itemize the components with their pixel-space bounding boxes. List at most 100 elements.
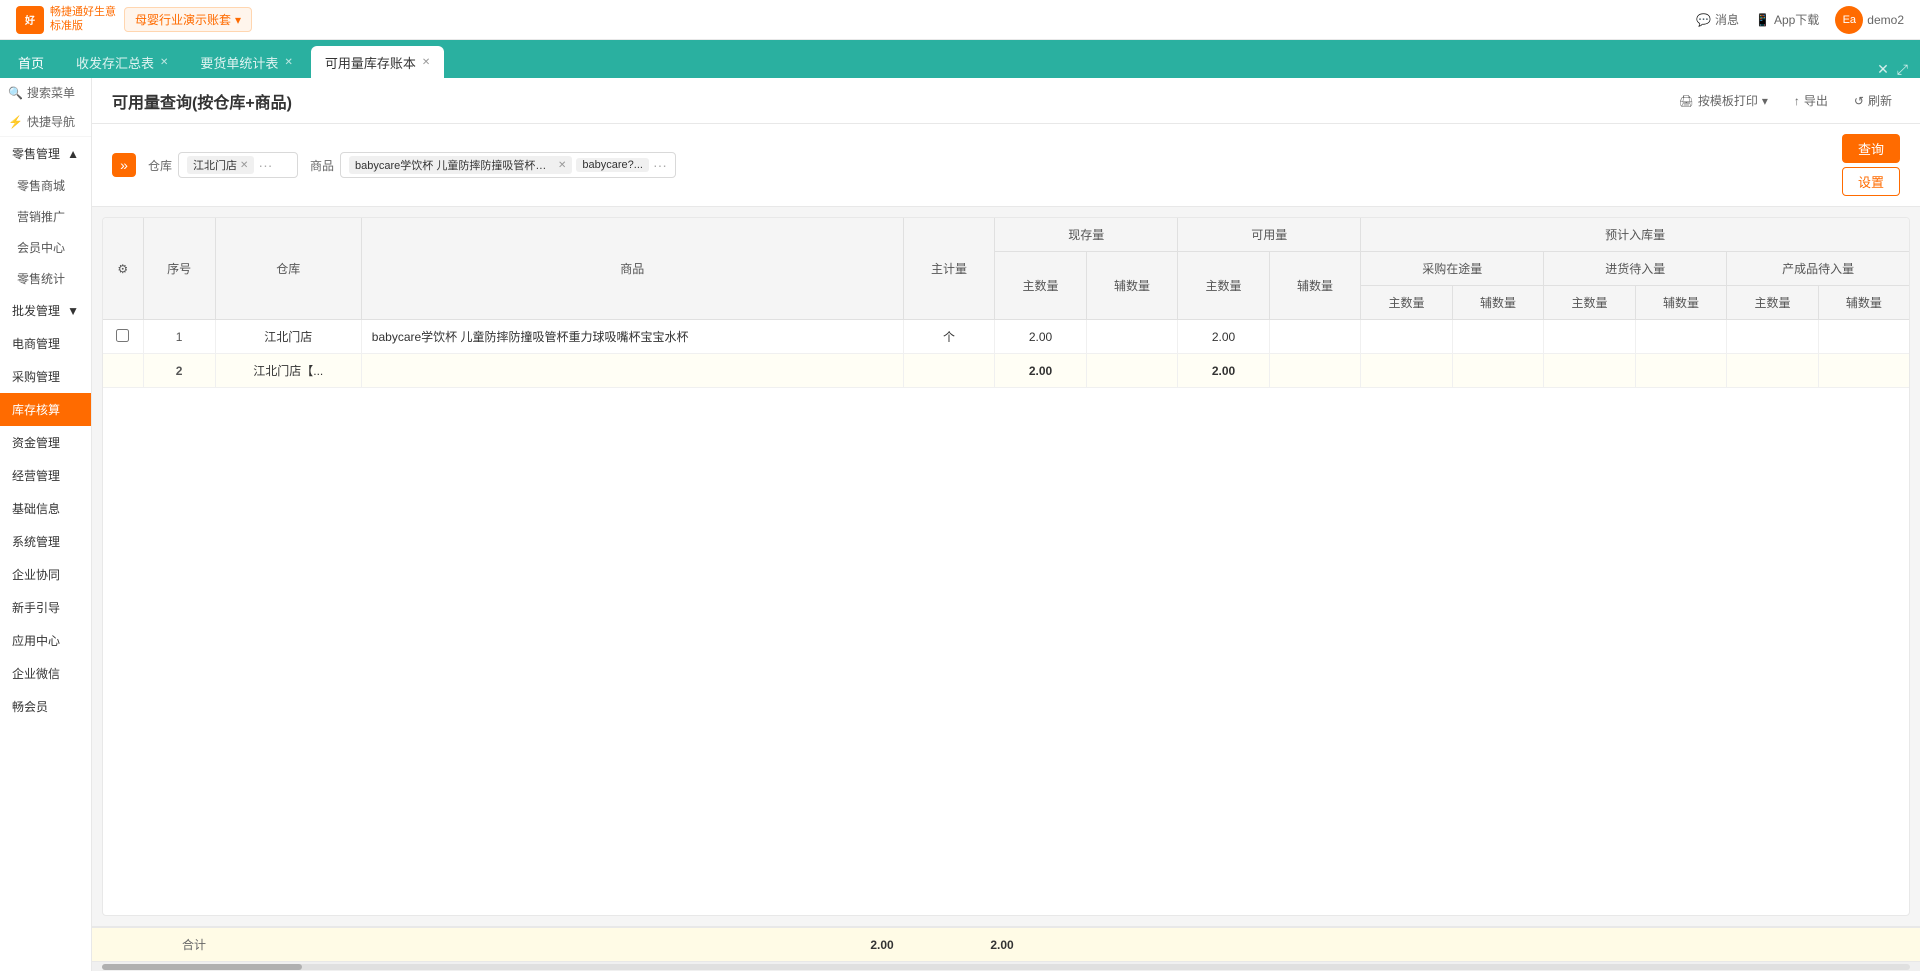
sidebar-item-retail-mgmt[interactable]: 零售管理 ▲ <box>0 137 91 170</box>
checkbox[interactable] <box>116 329 129 342</box>
close-icon[interactable]: ✕ <box>422 57 430 68</box>
table-area: ⚙ 序号 仓库 商品 主计量 现存量 可用量 预计入库量 主数量 辅数量 主数量… <box>102 217 1910 916</box>
filter-toggle-button[interactable]: » <box>112 153 136 177</box>
search-icon: 🔍 <box>8 86 23 100</box>
tab-receivable[interactable]: 收发存汇总表 ✕ <box>62 46 182 78</box>
tab-available-stock[interactable]: 可用量库存账本 ✕ <box>311 46 444 78</box>
data-table: ⚙ 序号 仓库 商品 主计量 现存量 可用量 预计入库量 主数量 辅数量 主数量… <box>103 218 1909 388</box>
message-button[interactable]: 💬 消息 <box>1696 11 1739 28</box>
th-current-stock-main: 主数量 <box>995 252 1087 320</box>
mobile-icon: 📱 <box>1755 13 1770 27</box>
tab-bar: 首页 收发存汇总表 ✕ 要货单统计表 ✕ 可用量库存账本 ✕ ✕ ⤢ <box>0 40 1920 78</box>
row1-purchase-sub <box>1452 320 1544 354</box>
table-footer: 合计 2.00 2.00 <box>92 926 1920 961</box>
row2-inbound-sub <box>1635 354 1727 388</box>
row2-checkbox[interactable] <box>103 354 143 388</box>
sidebar-item-ecommerce[interactable]: 电商管理 <box>0 327 91 360</box>
row2-purchase-sub <box>1452 354 1544 388</box>
warehouse-tag-remove[interactable]: ✕ <box>240 160 248 171</box>
print-button[interactable]: 🖨 按模板打印 ▾ <box>1671 88 1776 113</box>
scrollbar-track <box>102 964 1910 970</box>
maximize-icon[interactable]: ⤢ <box>1897 61 1908 78</box>
sidebar-item-retail-mall[interactable]: 零售商城 <box>0 170 91 201</box>
th-available-sub: 辅数量 <box>1269 252 1361 320</box>
row2-production-sub <box>1818 354 1909 388</box>
sidebar-item-operations[interactable]: 经营管理 <box>0 459 91 492</box>
th-main-unit: 主计量 <box>903 218 995 320</box>
user-profile[interactable]: Ea demo2 <box>1835 6 1904 34</box>
close-window-icon[interactable]: ✕ <box>1877 61 1889 78</box>
table-row: 2 江北门店【... 2.00 2.00 <box>103 354 1909 388</box>
page-actions: 🖨 按模板打印 ▾ ↑ 导出 ↺ 刷新 <box>1671 88 1900 113</box>
app-download-button[interactable]: 📱 App下载 <box>1755 11 1819 28</box>
chevron-down-icon: ▾ <box>235 13 241 27</box>
export-icon: ↑ <box>1794 94 1800 108</box>
warehouse-tag: 江北门店 ✕ <box>187 156 254 174</box>
sidebar-item-purchase[interactable]: 采购管理 <box>0 360 91 393</box>
th-current-stock-sub: 辅数量 <box>1086 252 1178 320</box>
query-button[interactable]: 查询 <box>1842 134 1900 163</box>
row1-product: babycare学饮杯 儿童防摔防撞吸管杯重力球吸嘴杯宝宝水杯 <box>361 320 903 354</box>
product-input[interactable]: babycare学饮杯 儿童防摔防撞吸管杯重力球吸嘴杯宝宝水杯 ✕ babyca… <box>340 152 676 178</box>
row1-purchase-main <box>1361 320 1453 354</box>
row1-inbound-sub <box>1635 320 1727 354</box>
sidebar-item-system[interactable]: 系统管理 <box>0 525 91 558</box>
th-production-main: 主数量 <box>1727 286 1819 320</box>
tab-home[interactable]: 首页 <box>4 46 58 78</box>
refresh-button[interactable]: ↺ 刷新 <box>1846 88 1900 113</box>
tab-bar-right: ✕ ⤢ <box>1877 61 1920 78</box>
product-tag-1-remove[interactable]: ✕ <box>558 160 566 171</box>
sidebar: 🔍 搜索菜单 ⚡ 快捷导航 零售管理 ▲ 零售商城 营销推广 会员中心 零售统计… <box>0 78 92 971</box>
footer-label: 合计 <box>102 936 822 953</box>
row1-stock-main: 2.00 <box>995 320 1087 354</box>
product-more-icon[interactable]: ··· <box>653 157 667 173</box>
row2-stock-sub <box>1086 354 1178 388</box>
sidebar-item-member-center[interactable]: 会员中心 <box>0 232 91 263</box>
sidebar-item-basic-info[interactable]: 基础信息 <box>0 492 91 525</box>
row1-checkbox[interactable] <box>103 320 143 354</box>
warehouse-input[interactable]: 江北门店 ✕ ··· <box>178 152 298 178</box>
sidebar-item-app-center[interactable]: 应用中心 <box>0 624 91 657</box>
th-available: 可用量 <box>1178 218 1361 252</box>
logo-text: 畅捷通好生意 标准版 <box>50 6 116 32</box>
th-inbound-sub: 辅数量 <box>1635 286 1727 320</box>
sidebar-quick-nav[interactable]: ⚡ 快捷导航 <box>0 107 91 137</box>
sidebar-item-enterprise-collab[interactable]: 企业协同 <box>0 558 91 591</box>
top-bar-right: 💬 消息 📱 App下载 Ea demo2 <box>1696 6 1904 34</box>
close-icon[interactable]: ✕ <box>284 57 292 68</box>
sidebar-item-new-guide[interactable]: 新手引导 <box>0 591 91 624</box>
row2-product <box>361 354 903 388</box>
filter-settings-button[interactable]: 设置 <box>1842 167 1900 196</box>
scrollbar-thumb[interactable] <box>102 964 302 970</box>
nav-icon: ⚡ <box>8 115 23 129</box>
warehouse-more-icon[interactable]: ··· <box>258 157 272 173</box>
sidebar-item-marketing[interactable]: 营销推广 <box>0 201 91 232</box>
page-header: 可用量查询(按仓库+商品) 🖨 按模板打印 ▾ ↑ 导出 ↺ 刷新 <box>92 78 1920 124</box>
row2-production-main <box>1727 354 1819 388</box>
row2-purchase-main <box>1361 354 1453 388</box>
tab-order-stats[interactable]: 要货单统计表 ✕ <box>186 46 306 78</box>
sidebar-item-finance[interactable]: 资金管理 <box>0 426 91 459</box>
main-layout: 🔍 搜索菜单 ⚡ 快捷导航 零售管理 ▲ 零售商城 营销推广 会员中心 零售统计… <box>0 78 1920 971</box>
print-icon: 🖨 <box>1679 94 1694 108</box>
chevron-down-icon: ▾ <box>1762 94 1768 108</box>
filter-warehouse-field: 仓库 江北门店 ✕ ··· <box>148 152 298 178</box>
row1-available-sub <box>1269 320 1361 354</box>
row1-production-main <box>1727 320 1819 354</box>
filter-product-field: 商品 babycare学饮杯 儿童防摔防撞吸管杯重力球吸嘴杯宝宝水杯 ✕ bab… <box>310 152 676 178</box>
sidebar-search[interactable]: 🔍 搜索菜单 <box>0 78 91 107</box>
sidebar-item-retail-stats[interactable]: 零售统计 <box>0 263 91 294</box>
sidebar-item-inventory[interactable]: 库存核算 <box>0 393 91 426</box>
sidebar-item-wholesale-mgmt[interactable]: 批发管理 ▼ <box>0 294 91 327</box>
th-no: 序号 <box>143 218 215 320</box>
th-product: 商品 <box>361 218 903 320</box>
close-icon[interactable]: ✕ <box>160 57 168 68</box>
filter-actions: 查询 设置 <box>1842 134 1900 196</box>
industry-selector[interactable]: 母婴行业演示账套 ▾ <box>124 7 252 32</box>
export-button[interactable]: ↑ 导出 <box>1786 88 1836 113</box>
th-purchase-in-transit: 采购在途量 <box>1361 252 1544 286</box>
th-warehouse: 仓库 <box>215 218 361 320</box>
sidebar-item-member[interactable]: 畅会员 <box>0 690 91 723</box>
th-available-main: 主数量 <box>1178 252 1270 320</box>
sidebar-item-wechat[interactable]: 企业微信 <box>0 657 91 690</box>
